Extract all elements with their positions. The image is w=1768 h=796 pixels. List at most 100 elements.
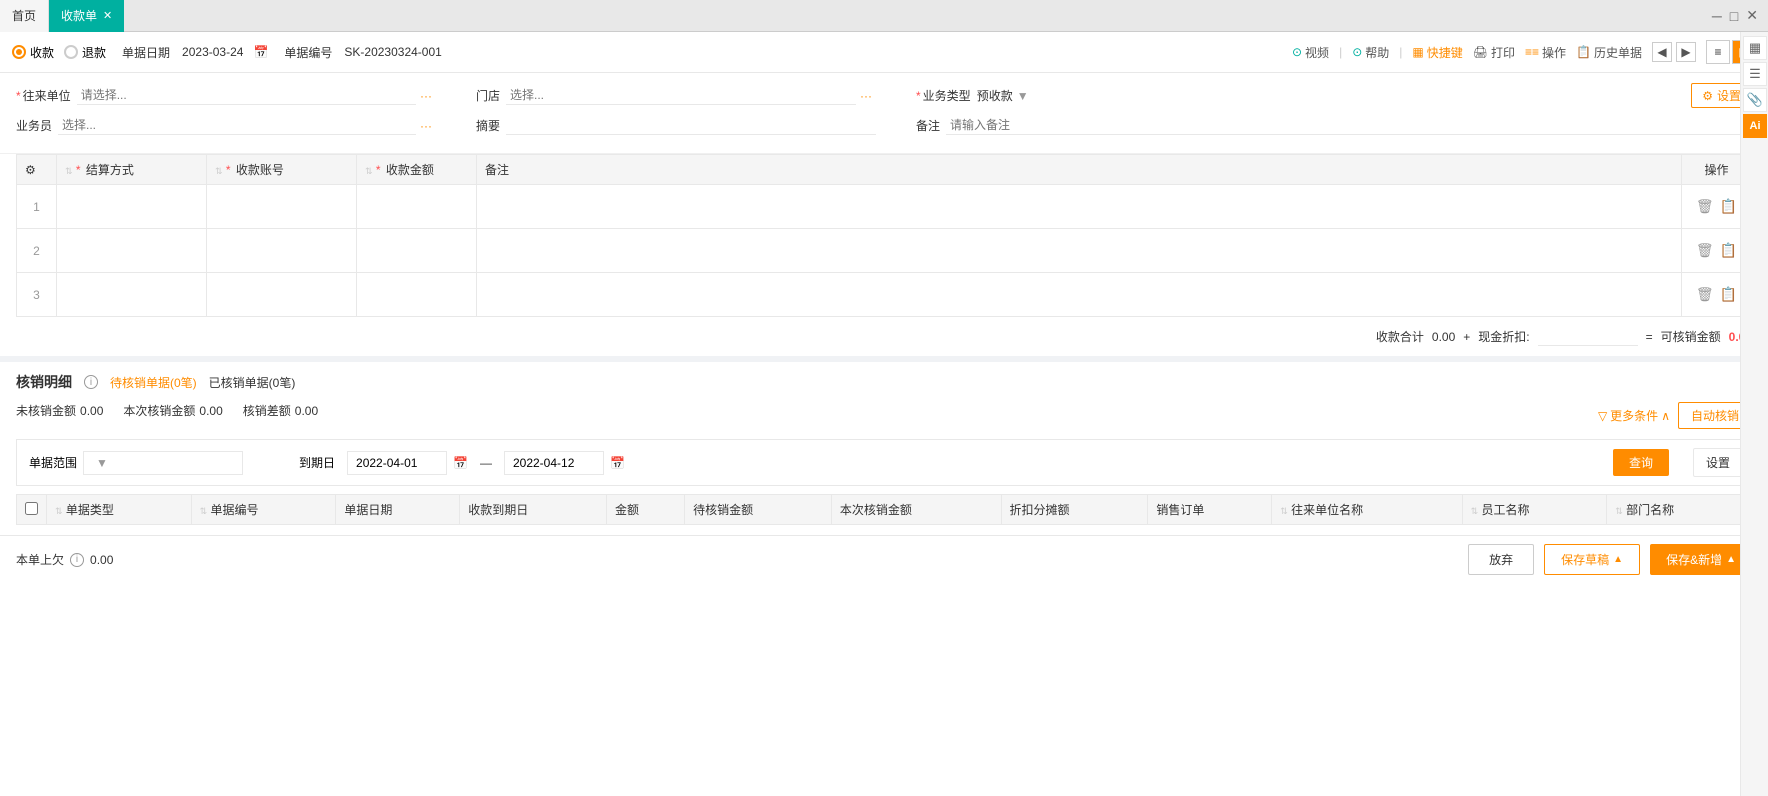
col-sort-icon[interactable]: ⇅ [1615, 506, 1623, 516]
col-sales-order-header: 销售订单 [1148, 495, 1272, 525]
sidebar-ai-btn[interactable]: Ai [1743, 114, 1767, 138]
stat-unverified: 未核销金额 0.00 [16, 402, 103, 419]
discount-input[interactable] [1538, 327, 1638, 346]
row-amount[interactable] [357, 273, 477, 317]
col-number-header: ⇅ 单据编号 [191, 495, 336, 525]
help-btn[interactable]: ⊙ 帮助 [1352, 44, 1389, 61]
save-draft-btn[interactable]: 保存草稿 ▲ [1544, 544, 1640, 575]
operation-btn[interactable]: ≡≡ 操作 [1525, 44, 1566, 61]
form-row-1: * 往来单位 ··· 门店 ··· * 业务类型 预收款 ▼ [16, 83, 1752, 108]
col-sort-icon[interactable]: ⇅ [200, 506, 208, 516]
biz-type-field: * 业务类型 预收款 ▼ [916, 87, 1671, 104]
available-label: 可核销金额 [1661, 328, 1721, 345]
radio-refund[interactable]: 退款 [64, 44, 106, 61]
video-btn[interactable]: ⊙ 视频 [1292, 44, 1329, 61]
query-btn[interactable]: 查询 [1613, 449, 1669, 476]
biz-type-arrow[interactable]: ▼ [1017, 89, 1029, 103]
discount-label: 现金折扣: [1478, 328, 1529, 345]
sidebar-list-btn[interactable]: ☰ [1743, 62, 1767, 86]
print-btn[interactable]: 🖨 打印 [1473, 44, 1515, 61]
col-settings-header[interactable]: ⚙ [17, 155, 57, 185]
row-account[interactable] [207, 185, 357, 229]
remark-input[interactable] [946, 116, 1752, 135]
row-settle-method[interactable] [57, 229, 207, 273]
settings-gear-icon: ⚙ [1702, 89, 1713, 103]
next-btn[interactable]: ▶ [1676, 42, 1696, 62]
history-btn[interactable]: 📋 历史单据 [1576, 44, 1642, 61]
cal-from-icon[interactable]: 📅 [453, 456, 468, 470]
row-account[interactable] [207, 273, 357, 317]
hexiao-title: 核销明细 [16, 372, 72, 392]
counterpart-ellipsis[interactable]: ··· [416, 89, 436, 103]
row-remark[interactable] [477, 229, 1682, 273]
col-counterpart-header: ⇅ 往来单位名称 [1272, 495, 1462, 525]
video-icon: ⊙ [1292, 45, 1302, 59]
copy-row-icon[interactable]: 📋 [1720, 242, 1737, 259]
shop-ellipsis[interactable]: ··· [856, 89, 876, 103]
range-select[interactable]: ▼ [83, 451, 243, 475]
delete-row-icon[interactable]: 🗑 [1696, 198, 1714, 215]
delete-row-icon[interactable]: 🗑 [1696, 286, 1714, 303]
row-settle-method[interactable] [57, 185, 207, 229]
col-sort-icon[interactable]: ⇅ [55, 506, 63, 516]
row-remark[interactable] [477, 185, 1682, 229]
row-remark[interactable] [477, 273, 1682, 317]
row-amount[interactable] [357, 229, 477, 273]
shop-input[interactable] [506, 86, 856, 105]
col-checkbox-header[interactable] [17, 495, 47, 525]
close-icon[interactable]: ✕ [1746, 7, 1758, 24]
print-icon: 🖨 [1473, 45, 1488, 59]
row-settle-method[interactable] [57, 273, 207, 317]
col-sort-icon[interactable]: ⇅ [1471, 506, 1479, 516]
list-view-btn[interactable]: ≡ [1706, 40, 1730, 64]
shortcut-btn[interactable]: ▦ 快捷键 [1412, 44, 1462, 61]
footer-info-icon[interactable]: i [70, 553, 84, 567]
tab-close-icon[interactable]: ✕ [103, 9, 112, 22]
set-btn[interactable]: 设置 [1693, 448, 1743, 477]
col-sort-icon[interactable]: ⇅ [65, 166, 73, 176]
staff-ellipsis[interactable]: ··· [416, 119, 436, 133]
hexiao-tab-pending[interactable]: 待核销单据(0笔) [110, 374, 197, 391]
copy-row-icon[interactable]: 📋 [1720, 286, 1737, 303]
stat-diff-value: 0.00 [295, 404, 318, 418]
hexiao-tab-done[interactable]: 已核销单据(0笔) [209, 374, 296, 391]
hexiao-info-icon[interactable]: i [84, 375, 98, 389]
minimize-icon[interactable]: ─ [1712, 8, 1722, 24]
copy-row-icon[interactable]: 📋 [1720, 198, 1737, 215]
counterpart-input[interactable] [77, 86, 416, 105]
cal-to-icon[interactable]: 📅 [610, 456, 625, 470]
delete-row-icon[interactable]: 🗑 [1696, 242, 1714, 259]
col-sort-icon[interactable]: ⇅ [1280, 506, 1288, 516]
save-new-btn[interactable]: 保存&新增 ▲ [1650, 544, 1752, 575]
row-amount[interactable] [357, 185, 477, 229]
summary-input[interactable] [506, 116, 876, 135]
col-sort-icon[interactable]: ⇅ [365, 166, 373, 176]
tab-receipt[interactable]: 收款单 ✕ [49, 0, 124, 32]
maximize-icon[interactable]: □ [1730, 8, 1738, 24]
summary-label: 摘要 [476, 117, 500, 134]
save-draft-arrow-icon: ▲ [1613, 554, 1623, 565]
table-row: 1 🗑 📋 [17, 185, 1752, 229]
date-from-input[interactable] [347, 451, 447, 475]
date-dash: — [480, 456, 492, 470]
form-section: * 往来单位 ··· 门店 ··· * 业务类型 预收款 ▼ [0, 73, 1768, 154]
nav-arrows: ◀ ▶ [1652, 42, 1696, 62]
tab-home[interactable]: 首页 [0, 0, 49, 32]
col-sort-icon[interactable]: ⇅ [215, 166, 223, 176]
save-new-label: 保存&新增 [1666, 551, 1722, 568]
select-all-checkbox[interactable] [25, 502, 38, 515]
due-date-field: 到期日 📅 — 📅 [299, 451, 625, 475]
row-account[interactable] [207, 229, 357, 273]
calendar-icon[interactable]: 📅 [253, 45, 268, 59]
abandon-btn[interactable]: 放弃 [1468, 544, 1534, 575]
stat-current-value: 0.00 [199, 404, 222, 418]
sidebar-grid-btn[interactable]: ▦ [1743, 36, 1767, 60]
counterpart-label: 往来单位 [23, 87, 71, 104]
radio-receive[interactable]: 收款 [12, 44, 54, 61]
prev-btn[interactable]: ◀ [1652, 42, 1672, 62]
staff-input[interactable] [58, 116, 416, 135]
more-filter-btn[interactable]: ▽ 更多条件 ∧ [1598, 407, 1670, 424]
sidebar-attach-btn[interactable]: 📎 [1743, 88, 1767, 112]
date-to-input[interactable] [504, 451, 604, 475]
tab-receipt-label: 收款单 [61, 7, 97, 24]
